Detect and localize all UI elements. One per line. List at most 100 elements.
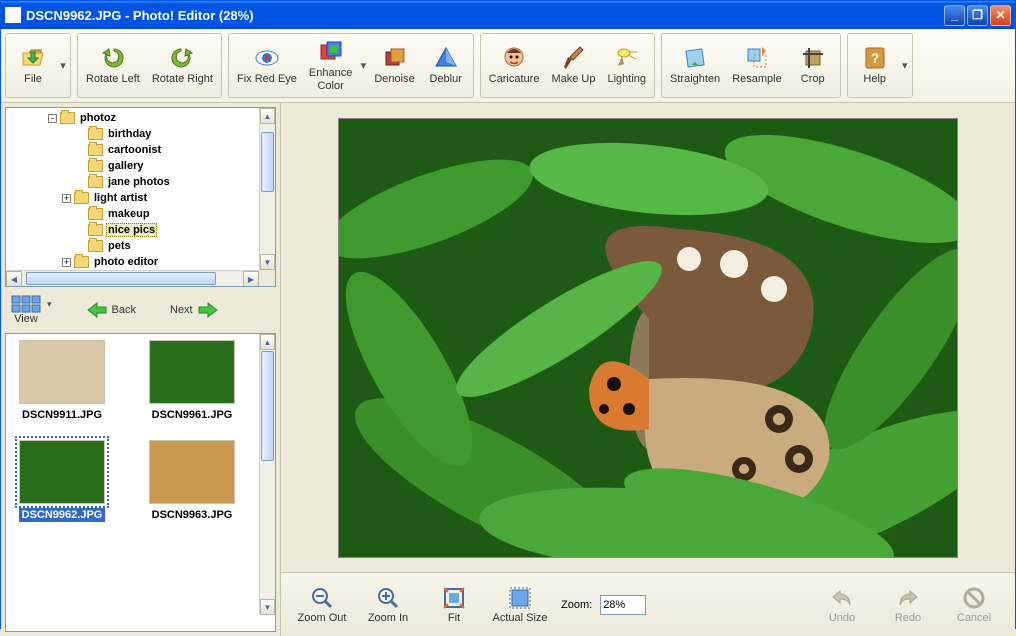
fix-red-eye-button[interactable]: Fix Red Eye [231, 36, 303, 95]
thumbnail[interactable]: DSCN9963.JPG [142, 440, 242, 522]
zoom-out-button[interactable]: Zoom Out [291, 586, 353, 624]
left-pane: -photoz birthday cartoonistgalleryjane pho… [1, 103, 281, 636]
rotate-right-icon [168, 45, 196, 71]
tree-scroll-vertical[interactable]: ▲ ▼ [259, 108, 275, 270]
scroll-corner [259, 270, 275, 286]
folder-icon [88, 160, 103, 172]
enhance-color-icon [317, 39, 345, 65]
deblur-label: Deblur [430, 73, 462, 86]
file-label: File [24, 73, 42, 86]
tree-item[interactable]: jane photos [6, 174, 273, 190]
cancel-button[interactable]: Cancel [943, 586, 1005, 624]
thumbnail[interactable]: DSCN9911.JPG [12, 340, 112, 422]
enhance-color-button[interactable]: Enhance Color [303, 36, 358, 95]
cancel-icon [962, 586, 986, 610]
scroll-up-button[interactable]: ▲ [260, 334, 275, 350]
tree-item[interactable]: gallery [6, 158, 273, 174]
image-canvas[interactable] [281, 103, 1015, 572]
make-up-button[interactable]: Make Up [545, 36, 601, 95]
file-dropdown[interactable]: ▾ [58, 36, 68, 95]
zoom-out-label: Zoom Out [298, 612, 347, 624]
fit-button[interactable]: Fit [423, 586, 485, 624]
thumbnail-image [19, 440, 105, 504]
rotate-right-button[interactable]: Rotate Right [146, 36, 219, 95]
thumbnail-image [149, 340, 235, 404]
lighting-button[interactable]: Lighting [601, 36, 652, 95]
scroll-left-button[interactable]: ◀ [6, 271, 22, 287]
straighten-label: Straighten [670, 73, 720, 86]
deblur-button[interactable]: Deblur [421, 36, 471, 95]
view-button[interactable]: View [7, 293, 45, 327]
straighten-button[interactable]: Straighten [664, 36, 726, 95]
enhance-dropdown[interactable]: ▾ [358, 36, 368, 95]
close-button[interactable]: ✕ [990, 5, 1011, 26]
window-title: DSCN9962.JPG - Photo! Editor (28%) [26, 8, 944, 23]
fit-icon [442, 586, 466, 610]
resample-icon [743, 45, 771, 71]
scroll-up-button[interactable]: ▲ [260, 108, 275, 124]
folder-icon [60, 112, 75, 124]
folder-icon [74, 256, 89, 268]
resample-button[interactable]: Resample [726, 36, 788, 95]
tree-expander[interactable]: + [62, 258, 71, 267]
next-button[interactable]: Next [166, 299, 223, 321]
crop-label: Crop [801, 73, 825, 86]
tree-item-label: birthday [106, 128, 153, 140]
denoise-label: Denoise [374, 73, 414, 86]
tree-item[interactable]: nice pics [6, 222, 273, 238]
tree-expander[interactable]: + [62, 194, 71, 203]
tree-item-label: photo editor [92, 256, 160, 268]
folder-tree[interactable]: -photoz birthday cartoonistgalleryjane pho… [5, 107, 276, 287]
minimize-button[interactable]: _ [944, 5, 965, 26]
tree-item[interactable]: pets [6, 238, 273, 254]
tree-item[interactable]: cartoonist [6, 142, 273, 158]
thumbnail[interactable]: DSCN9961.JPG [142, 340, 242, 422]
lighting-icon [613, 45, 641, 71]
actual-size-icon [508, 586, 532, 610]
tree-scroll-horizontal[interactable]: ◀ ▶ [6, 270, 259, 286]
thumbnail-label: DSCN9962.JPG [19, 508, 106, 522]
scroll-thumb-vertical[interactable] [261, 351, 274, 461]
thumbnail-label: DSCN9963.JPG [149, 508, 236, 522]
denoise-icon [381, 45, 409, 71]
denoise-button[interactable]: Denoise [368, 36, 420, 95]
make-up-label: Make Up [551, 73, 595, 86]
crop-button[interactable]: Crop [788, 36, 838, 95]
scroll-thumb-vertical[interactable] [261, 132, 274, 192]
scroll-right-button[interactable]: ▶ [243, 271, 259, 287]
undo-button[interactable]: Undo [811, 586, 873, 624]
actual-size-button[interactable]: Actual Size [489, 586, 551, 624]
thumbnail-label: DSCN9961.JPG [149, 408, 236, 422]
tree-item[interactable]: makeup [6, 206, 273, 222]
tree-item[interactable]: -photoz [6, 110, 273, 126]
tree-item-label: light artist [92, 192, 149, 204]
zoom-out-icon [310, 586, 334, 610]
view-dropdown[interactable]: ▾ [47, 299, 52, 310]
scroll-thumb-horizontal[interactable] [26, 272, 216, 285]
rotate-right-label: Rotate Right [152, 73, 213, 86]
tree-item[interactable]: birthday [6, 126, 273, 142]
thumbnail-browser[interactable]: DSCN9911.JPG DSCN9961.JPG DSCN9962.JPG DSCN… [5, 333, 276, 632]
caricature-button[interactable]: Caricature [483, 36, 546, 95]
back-button[interactable]: Back [82, 299, 140, 321]
rotate-left-icon [99, 45, 127, 71]
zoom-in-button[interactable]: Zoom In [357, 586, 419, 624]
redo-button[interactable]: Redo [877, 586, 939, 624]
maximize-button[interactable]: ❐ [967, 5, 988, 26]
thumbs-scroll-vertical[interactable]: ▲ ▼ [259, 334, 275, 615]
tree-expander[interactable]: - [48, 114, 57, 123]
app-icon [5, 7, 21, 23]
help-dropdown[interactable]: ▾ [900, 36, 910, 95]
tree-item[interactable]: + photo editor [6, 254, 273, 270]
scroll-down-button[interactable]: ▼ [260, 599, 275, 615]
scroll-down-button[interactable]: ▼ [260, 254, 275, 270]
zoom-in-label: Zoom In [368, 612, 408, 624]
file-button[interactable]: File [8, 36, 58, 95]
rotate-left-button[interactable]: Rotate Left [80, 36, 146, 95]
help-button[interactable]: ? Help [850, 36, 900, 95]
tree-item-label: makeup [106, 208, 152, 220]
thumbnail[interactable]: DSCN9962.JPG [12, 440, 112, 522]
tree-item[interactable]: + light artist [6, 190, 273, 206]
zoom-input[interactable] [600, 595, 646, 615]
deblur-icon [432, 45, 460, 71]
